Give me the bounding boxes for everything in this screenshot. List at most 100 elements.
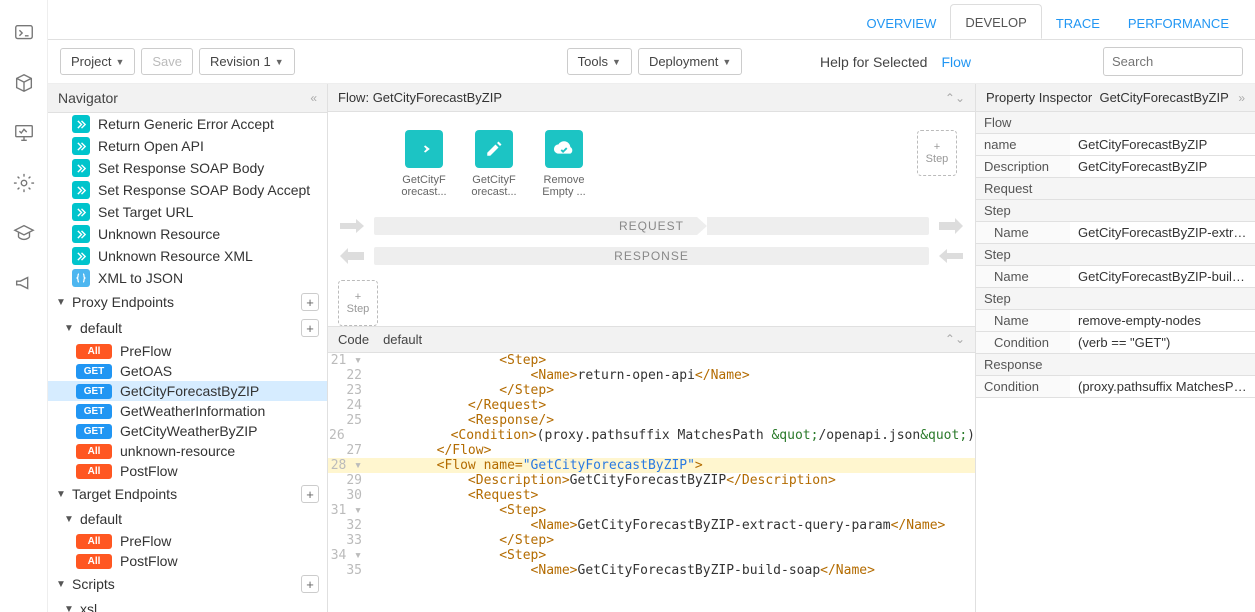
terminal-icon[interactable] [13,22,35,44]
nav-section[interactable]: ▼Target Endpoints+ [48,481,327,507]
code-line[interactable]: 29 <Description>GetCityForecastByZIP</De… [328,473,975,488]
code-line[interactable]: 23 </Step> [328,383,975,398]
policy-label: Set Response SOAP Body [98,160,264,176]
tools-menu[interactable]: Tools▼ [567,48,632,75]
policy-icon [72,203,90,221]
code-line[interactable]: 32 <Name>GetCityForecastByZIP-extract-qu… [328,518,975,533]
inspector-value[interactable]: (proxy.pathsuffix MatchesPath "/c [1070,376,1255,398]
code-line[interactable]: 31 ▾ <Step> [328,503,975,518]
flow-item[interactable]: GETGetWeatherInformation [48,401,327,421]
inspector-value[interactable]: GetCityForecastByZIP [1070,134,1255,156]
add-button[interactable]: + [301,575,319,593]
add-step-response[interactable]: +Step [338,280,378,326]
collapse-navigator-icon[interactable]: « [310,91,317,105]
code-tab-code[interactable]: Code [338,332,369,347]
code-content: <Step> [374,353,546,368]
tab-performance[interactable]: PERFORMANCE [1114,6,1243,39]
step-label: GetCityF orecast... [466,174,522,198]
inspector-value[interactable]: GetCityForecastByZIP-extract-qu [1070,222,1255,244]
code-line[interactable]: 35 <Name>GetCityForecastByZIP-build-soap… [328,563,975,578]
inspector-key: Condition [976,376,1070,398]
flow-header-toggle-icon[interactable]: ⌃⌄ [945,91,965,105]
gutter: 30 [328,488,374,503]
help-for-selected-label: Help for Selected [820,54,927,70]
tab-overview[interactable]: OVERVIEW [853,6,951,39]
policy-item[interactable]: Unknown Resource XML [48,245,327,267]
top-tabs: OVERVIEW DEVELOP TRACE PERFORMANCE [48,0,1255,40]
revision-menu[interactable]: Revision 1▼ [199,48,295,75]
code-line[interactable]: 28 ▾ <Flow name="GetCityForecastByZIP"> [328,458,975,473]
code-line[interactable]: 24 </Request> [328,398,975,413]
nav-section[interactable]: ▼default [48,507,327,531]
package-icon[interactable] [13,72,35,94]
deployment-menu[interactable]: Deployment▼ [638,48,742,75]
policy-item[interactable]: Set Response SOAP Body [48,157,327,179]
policy-label: Return Open API [98,138,204,154]
code-line[interactable]: 27 </Flow> [328,443,975,458]
request-bar: REQUEST [338,216,965,236]
code-content: <Name>GetCityForecastByZIP-build-soap</N… [374,563,875,578]
add-step-request[interactable]: +Step [917,130,957,176]
code-content: <Step> [374,503,546,518]
inspector-value[interactable]: GetCityForecastByZIP-build-soap [1070,266,1255,288]
code-line[interactable]: 26 <Condition>(proxy.pathsuffix MatchesP… [328,428,975,443]
nav-section[interactable]: ▼default+ [48,315,327,341]
inspector-toggle-icon[interactable]: » [1238,91,1245,105]
policy-item[interactable]: Return Open API [48,135,327,157]
add-button[interactable]: + [301,319,319,337]
help-flow-link[interactable]: Flow [941,54,971,70]
add-button[interactable]: + [301,293,319,311]
policy-item[interactable]: Return Generic Error Accept [48,113,327,135]
code-line[interactable]: 22 <Name>return-open-api</Name> [328,368,975,383]
policy-icon [72,115,90,133]
flow-item[interactable]: AllPreFlow [48,341,327,361]
code-toggle-icon[interactable]: ⌃⌄ [945,332,965,347]
code-content: </Flow> [374,443,491,458]
policy-item[interactable]: Unknown Resource [48,223,327,245]
flow-step[interactable]: GetCityF orecast... [396,130,452,198]
policy-item[interactable]: Set Target URL [48,201,327,223]
gear-icon[interactable] [13,172,35,194]
nav-section[interactable]: ▼xsl [48,597,327,612]
code-tab-default[interactable]: default [383,332,422,347]
flow-label: GetOAS [120,363,172,379]
flow-step[interactable]: GetCityF orecast... [466,130,522,198]
nav-section[interactable]: ▼Scripts+ [48,571,327,597]
toolbar: Project▼ Save Revision 1▼ Tools▼ Deploym… [48,40,1255,84]
tab-trace[interactable]: TRACE [1042,6,1114,39]
method-chip: All [76,344,112,359]
code-line[interactable]: 33 </Step> [328,533,975,548]
flow-item[interactable]: GETGetOAS [48,361,327,381]
monitor-icon[interactable] [13,122,35,144]
code-line[interactable]: 30 <Request> [328,488,975,503]
code-content: </Step> [374,533,554,548]
flow-item[interactable]: GETGetCityWeatherByZIP [48,421,327,441]
code-line[interactable]: 34 ▾ <Step> [328,548,975,563]
code-line[interactable]: 25 <Response/> [328,413,975,428]
policy-item[interactable]: Set Response SOAP Body Accept [48,179,327,201]
flow-item[interactable]: AllPostFlow [48,461,327,481]
nav-section[interactable]: ▼Proxy Endpoints+ [48,289,327,315]
flow-item[interactable]: Allunknown-resource [48,441,327,461]
graduate-icon[interactable] [13,222,35,244]
project-menu[interactable]: Project▼ [60,48,135,75]
code-editor[interactable]: 21 ▾ <Step>22 <Name>return-open-api</Nam… [328,353,975,612]
announce-icon[interactable] [13,272,35,294]
gutter: 34 ▾ [328,548,374,563]
flow-item[interactable]: AllPreFlow [48,531,327,551]
inspector-value[interactable]: remove-empty-nodes [1070,310,1255,332]
policy-icon [72,159,90,177]
response-bar: RESPONSE [338,246,965,266]
policy-item[interactable]: XML to JSON [48,267,327,289]
search-input[interactable] [1103,47,1243,76]
tab-develop[interactable]: DEVELOP [950,4,1041,39]
save-button[interactable]: Save [141,48,193,75]
flow-step[interactable]: Remove Empty ... [536,130,592,198]
center-panel: Flow: GetCityForecastByZIP ⌃⌄ +Step GetC… [328,84,975,612]
code-line[interactable]: 21 ▾ <Step> [328,353,975,368]
inspector-value[interactable]: (verb == "GET") [1070,332,1255,354]
flow-item[interactable]: GETGetCityForecastByZIP [48,381,327,401]
add-button[interactable]: + [301,485,319,503]
flow-item[interactable]: AllPostFlow [48,551,327,571]
inspector-value[interactable]: GetCityForecastByZIP [1070,156,1255,178]
